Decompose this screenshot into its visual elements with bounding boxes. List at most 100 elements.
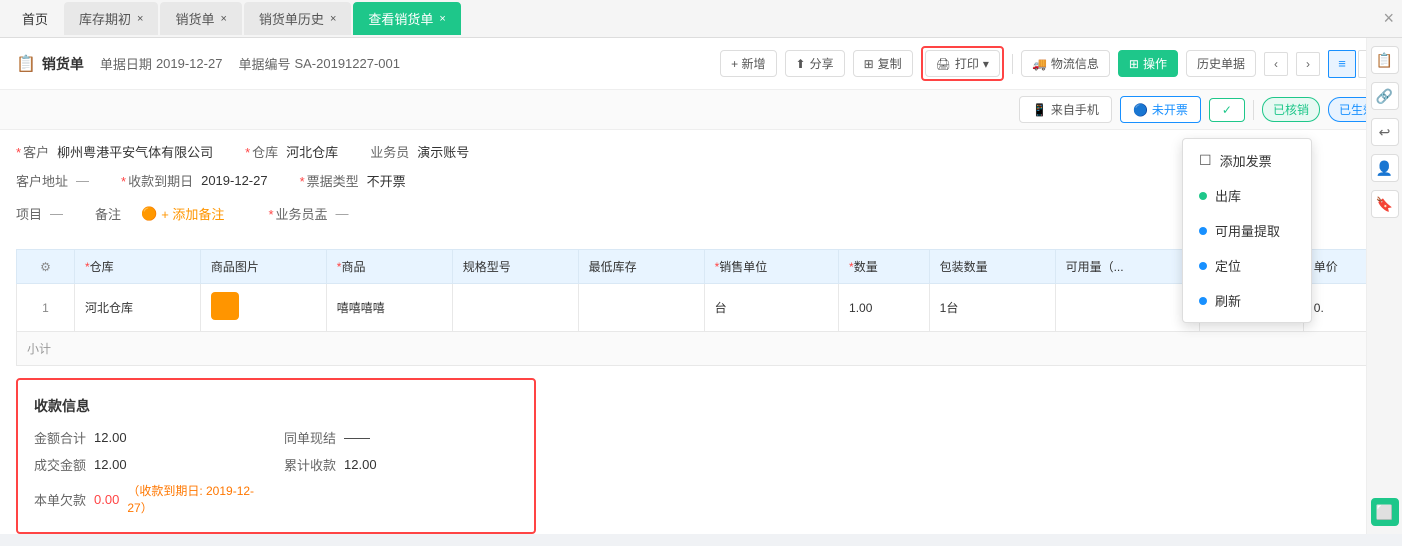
add-note-icon: 🟠 (141, 206, 157, 222)
project-value: — (50, 206, 63, 221)
ticket-icon: 🔵 (1133, 103, 1148, 117)
print-button[interactable]: 🖨 打印 ▾ (925, 50, 1000, 77)
next-record-button[interactable]: › (1296, 52, 1320, 76)
tab-check-label: 查看销货单 (368, 9, 433, 28)
add-note-label: + 添加备注 (161, 204, 224, 223)
owed-note: （收款到期日: 2019-12-27） (127, 482, 268, 516)
toolbar-divider (1012, 54, 1013, 74)
customer-field: 客户 柳州粤港平安气体有限公司 (16, 142, 213, 161)
due-date-label: 收款到期日 (121, 171, 193, 190)
main-container: 📋 销货单 单据日期 2019-12-27 单据编号 SA-20191227-0… (0, 38, 1402, 534)
ticket-type-label: 票据类型 (300, 171, 359, 190)
add-note-button[interactable]: 🟠 + 添加备注 (129, 200, 236, 227)
doc-title: 📋 销货单 (16, 54, 84, 74)
deal-amount-value: 12.00 (94, 457, 127, 472)
tab-check-close[interactable]: × (439, 13, 445, 25)
tab-sales-close[interactable]: × (220, 13, 226, 25)
dropdown-add-invoice[interactable]: ☐ 添加发票 (1183, 143, 1311, 178)
warehouse-value: 河北仓库 (286, 142, 338, 161)
doc-type-label: 销货单 (42, 54, 84, 74)
outbound-label: 出库 (1215, 186, 1241, 205)
doc-number-field: 单据编号 SA-20191227-001 (238, 54, 400, 73)
dropdown-locate[interactable]: 定位 (1183, 248, 1311, 283)
side-clipboard-btn[interactable]: 📋 (1371, 46, 1399, 74)
form-row-1: 客户 柳州粤港平安气体有限公司 仓库 河北仓库 业务员 演示账号 (16, 142, 1386, 161)
dropdown-outbound[interactable]: 出库 (1183, 178, 1311, 213)
confirm-button[interactable]: ✓ (1209, 98, 1245, 122)
salesperson-value: 演示账号 (417, 142, 469, 161)
logistics-button[interactable]: 🚚 物流信息 (1021, 50, 1110, 77)
col-min-stock: 最低库存 (578, 250, 704, 284)
dropdown-refresh[interactable]: 刷新 (1183, 283, 1311, 318)
side-user-btn[interactable]: 👤 (1371, 154, 1399, 182)
side-link-btn[interactable]: 🔗 (1371, 82, 1399, 110)
operations-button[interactable]: ⊞ 操作 (1118, 50, 1178, 77)
prev-record-button[interactable]: ‹ (1264, 52, 1288, 76)
tab-inventory-init[interactable]: 库存期初 × (64, 2, 158, 35)
doc-number-value: SA-20191227-001 (294, 56, 400, 71)
row-pack-qty: 1台 (929, 284, 1055, 332)
due-date-field: 收款到期日 2019-12-27 (121, 171, 268, 190)
not-opened-label: 未开票 (1152, 101, 1188, 118)
total-amount-label: 金额合计 (34, 428, 86, 447)
prev-icon: ‹ (1274, 57, 1278, 71)
form-row-2: 客户地址 — 收款到期日 2019-12-27 票据类型 不开票 (16, 171, 1386, 190)
locate-dot (1199, 262, 1207, 270)
doc-meta: 单据日期 2019-12-27 单据编号 SA-20191227-001 (100, 54, 400, 73)
warehouse-label: 仓库 (245, 142, 278, 161)
customer-label: 客户 (16, 142, 49, 161)
not-opened-button[interactable]: 🔵 未开票 (1120, 96, 1201, 123)
ticket-type-field: 票据类型 不开票 (300, 171, 406, 190)
tab-sales-history[interactable]: 销货单历史 × (244, 2, 351, 35)
history-button[interactable]: 历史单据 (1186, 50, 1256, 77)
doc-date-value: 2019-12-27 (156, 56, 223, 71)
summary-box: 收款信息 金额合计 12.00 同单现结 —— 成交金额 12.00 累计收款 … (16, 378, 536, 534)
refresh-label: 刷新 (1215, 291, 1241, 310)
dropdown-available-extract[interactable]: 可用量提取 (1183, 213, 1311, 248)
row-available (1055, 284, 1199, 332)
tab-history-close[interactable]: × (330, 13, 336, 25)
product-image (211, 292, 239, 320)
copy-icon: ⊞ (864, 57, 874, 71)
doc-header: 📋 销货单 单据日期 2019-12-27 单据编号 SA-20191227-0… (0, 38, 1402, 90)
row-unit: 台 (704, 284, 838, 332)
print-highlight-box: 🖨 打印 ▾ (921, 46, 1004, 81)
side-undo-btn[interactable]: ↩ (1371, 118, 1399, 146)
note-field: 备注 🟠 + 添加备注 (95, 200, 236, 227)
customer-value: 柳州粤港平安气体有限公司 (57, 142, 213, 161)
add-label: + 新增 (731, 55, 765, 72)
salesperson-label: 业务员 (370, 142, 409, 161)
tab-inventory-close[interactable]: × (137, 13, 143, 25)
from-phone-button[interactable]: 📱 来自手机 (1019, 96, 1112, 123)
logistics-label: 物流信息 (1051, 55, 1099, 72)
share-icon: ⬆ (796, 57, 806, 71)
summary-title: 收款信息 (34, 396, 518, 416)
window-close-button[interactable]: × (1383, 8, 1394, 29)
add-invoice-label: 添加发票 (1220, 151, 1272, 170)
tab-home[interactable]: 首页 (8, 3, 62, 34)
copy-label: 复制 (878, 55, 902, 72)
side-expand-btn[interactable]: ⬜ (1371, 498, 1399, 526)
subtotal-label: 小计 (17, 332, 1386, 366)
view-list-button[interactable]: ≡ (1328, 50, 1356, 78)
checkbox-icon: ☐ (1199, 152, 1212, 169)
row-spec (452, 284, 578, 332)
sub-toolbar: 📱 来自手机 🔵 未开票 ✓ 已核销 已生效 (0, 90, 1402, 130)
staff-field: 业务员盂 — (268, 204, 348, 223)
ticket-type-value: 不开票 (367, 171, 406, 190)
address-label: 客户地址 (16, 171, 68, 190)
share-button[interactable]: ⬆ 分享 (785, 50, 845, 77)
col-product: *商品 (326, 250, 452, 284)
tab-history-label: 销货单历史 (259, 9, 324, 28)
tab-sales-order[interactable]: 销货单 × (160, 2, 241, 35)
sub-divider (1253, 100, 1254, 120)
tab-home-label: 首页 (22, 9, 48, 28)
toolbar: + 新增 ⬆ 分享 ⊞ 复制 🖨 打印 ▾ 🚚 物流信息 (720, 46, 1386, 81)
side-bookmark-btn[interactable]: 🔖 (1371, 190, 1399, 218)
copy-button[interactable]: ⊞ 复制 (853, 50, 913, 77)
summary-total-amount: 金额合计 12.00 (34, 428, 268, 447)
confirm-label: ✓ (1222, 103, 1232, 117)
row-warehouse: 河北仓库 (74, 284, 200, 332)
tab-check-sales[interactable]: 查看销货单 × (353, 2, 460, 35)
add-button[interactable]: + 新增 (720, 50, 776, 77)
